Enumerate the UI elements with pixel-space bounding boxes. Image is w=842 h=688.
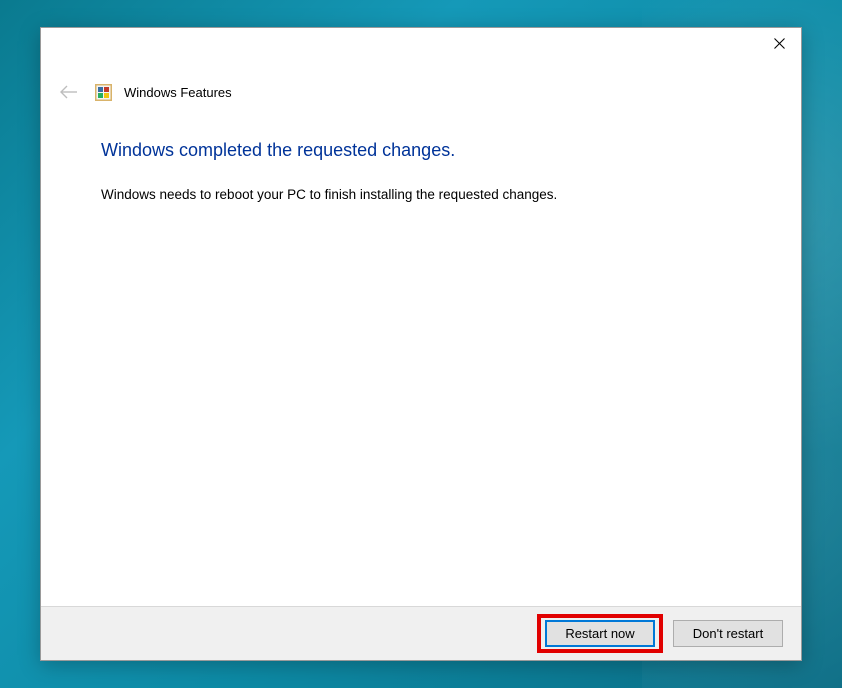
back-button xyxy=(55,78,83,106)
dialog-content: Windows completed the requested changes.… xyxy=(41,106,801,606)
dont-restart-button[interactable]: Don't restart xyxy=(673,620,783,647)
back-arrow-icon xyxy=(59,85,79,99)
windows-features-icon xyxy=(95,84,112,101)
titlebar xyxy=(41,28,801,68)
button-bar: Restart now Don't restart xyxy=(41,606,801,660)
restart-now-button[interactable]: Restart now xyxy=(545,620,655,647)
dialog-title: Windows Features xyxy=(124,85,232,100)
dialog-heading: Windows completed the requested changes. xyxy=(101,140,761,161)
dialog-body-text: Windows needs to reboot your PC to finis… xyxy=(101,187,761,202)
windows-features-dialog: Windows Features Windows completed the r… xyxy=(40,27,802,661)
close-icon xyxy=(774,38,785,49)
header-row: Windows Features xyxy=(41,72,801,106)
close-button[interactable] xyxy=(757,28,801,58)
annotation-highlight: Restart now xyxy=(537,614,663,653)
